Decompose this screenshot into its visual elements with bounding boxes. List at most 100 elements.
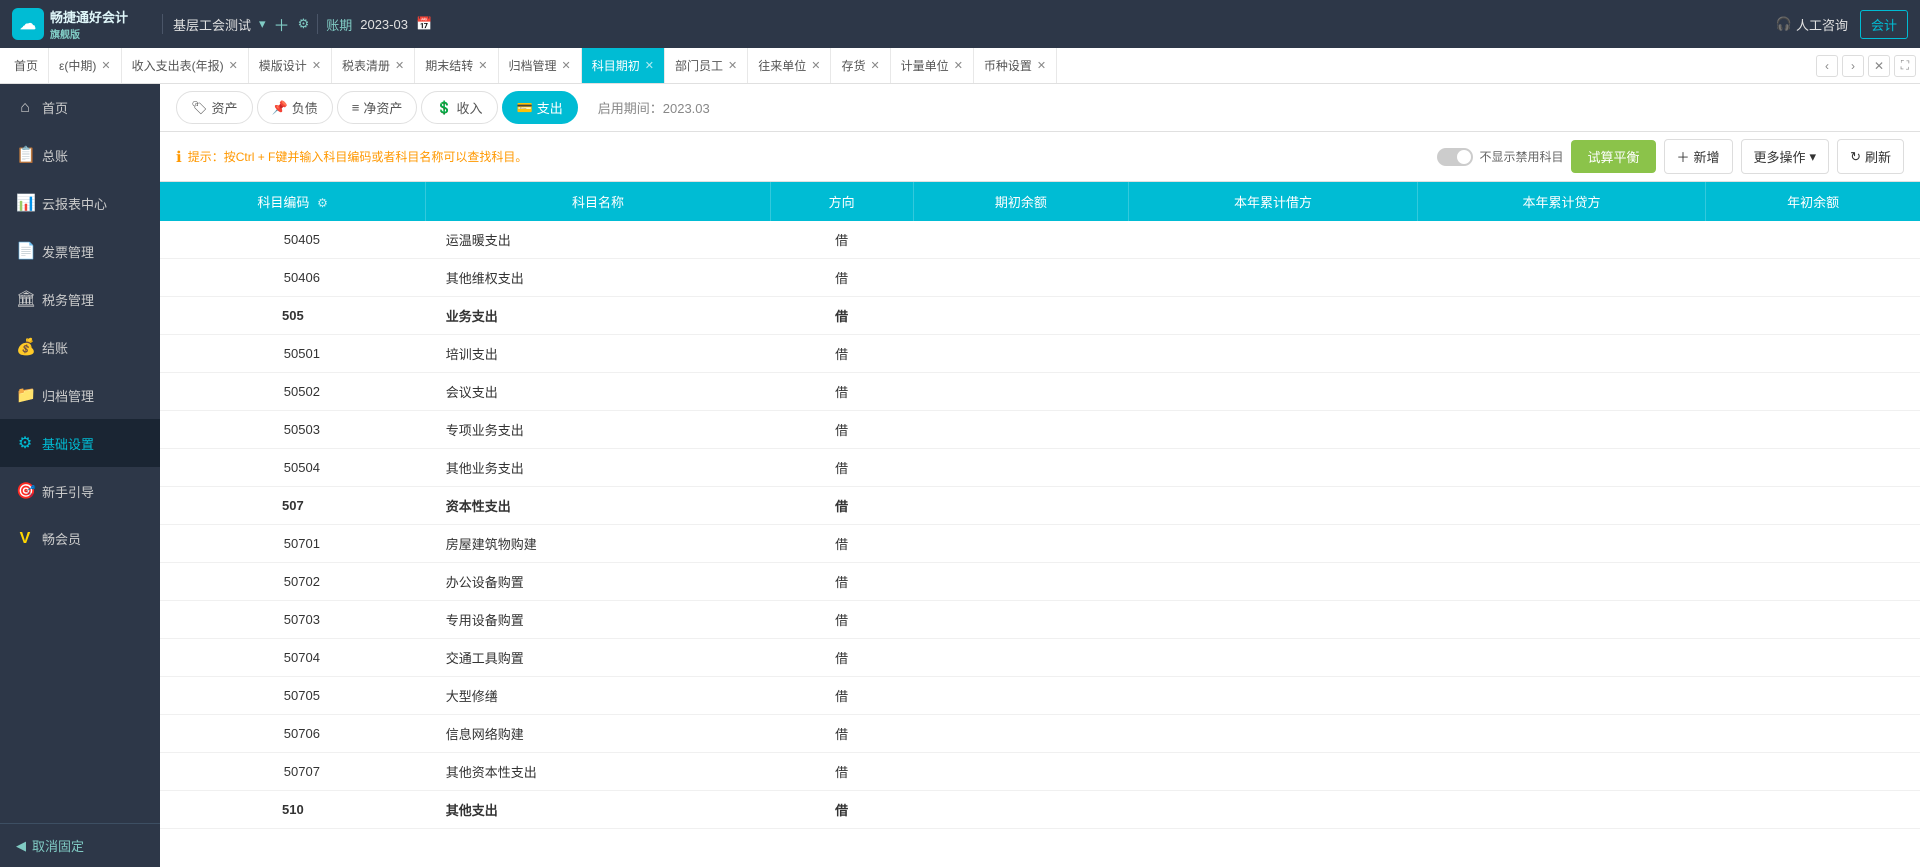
cell-name: 资本性支出 bbox=[426, 487, 770, 525]
company-dropdown-icon[interactable]: ▾ bbox=[259, 16, 266, 32]
help-btn[interactable]: 🎧 人工咨询 bbox=[1776, 15, 1848, 34]
settings-icon[interactable]: ⚙ bbox=[298, 16, 310, 32]
tab-subject-period-close[interactable]: ✕ bbox=[645, 59, 654, 72]
sub-tab-liability[interactable]: 📌 负债 bbox=[257, 91, 333, 124]
tab-close-all-btn[interactable]: ✕ bbox=[1868, 55, 1890, 77]
sidebar-pin-toggle[interactable]: ◀ 取消固定 bbox=[0, 823, 160, 867]
cell-year-start bbox=[1706, 335, 1920, 373]
tab-dept-staff-close[interactable]: ✕ bbox=[728, 59, 737, 72]
table-row[interactable]: 50501培训支出借 bbox=[160, 335, 1920, 373]
tab-income-expense-close[interactable]: ✕ bbox=[229, 59, 238, 72]
cell-ytd-credit bbox=[1417, 677, 1705, 715]
tab-subject-period[interactable]: 科目期初 ✕ bbox=[582, 48, 665, 84]
tab-period-end-close[interactable]: ✕ bbox=[478, 59, 487, 72]
table-row[interactable]: 50701房屋建筑物购建借 bbox=[160, 525, 1920, 563]
tab-next-btn[interactable]: › bbox=[1842, 55, 1864, 77]
sidebar-item-home[interactable]: ⌂ 首页 bbox=[0, 84, 160, 131]
toolbar-right: 不显示禁用科目 试算平衡 ＋ 新增 更多操作 ▾ ↻ 刷新 bbox=[1437, 139, 1904, 174]
sidebar-label-tax: 税务管理 bbox=[42, 290, 94, 309]
tab-currency-setting-close[interactable]: ✕ bbox=[1037, 59, 1046, 72]
tab-currency-setting[interactable]: 币种设置 ✕ bbox=[974, 48, 1057, 84]
add-company-btn[interactable]: ＋ bbox=[274, 12, 290, 36]
table-row[interactable]: 50707其他资本性支出借 bbox=[160, 753, 1920, 791]
more-ops-btn[interactable]: 更多操作 ▾ bbox=[1741, 139, 1830, 174]
table-row[interactable]: 510其他支出借 bbox=[160, 791, 1920, 829]
refresh-btn[interactable]: ↻ 刷新 bbox=[1837, 139, 1904, 174]
col-header-ytd-debit: 本年累计借方 bbox=[1129, 182, 1417, 221]
table-row[interactable]: 505业务支出借 bbox=[160, 297, 1920, 335]
table-row[interactable]: 507资本性支出借 bbox=[160, 487, 1920, 525]
tab-measure-unit-close[interactable]: ✕ bbox=[954, 59, 963, 72]
sidebar-item-tax[interactable]: 🏛 税务管理 bbox=[0, 275, 160, 323]
tab-archive[interactable]: 归档管理 ✕ bbox=[499, 48, 582, 84]
cell-direction: 借 bbox=[770, 791, 913, 829]
cell-direction: 借 bbox=[770, 259, 913, 297]
table-row[interactable]: 50504其他业务支出借 bbox=[160, 449, 1920, 487]
calendar-icon[interactable]: 📅 bbox=[416, 16, 432, 32]
tab-interim-close[interactable]: ✕ bbox=[101, 59, 110, 72]
table-row[interactable]: 50703专用设备购置借 bbox=[160, 601, 1920, 639]
app-logo: ☁ 畅捷通好会计 旗舰版 bbox=[12, 7, 152, 41]
table-row[interactable]: 50702办公设备购置借 bbox=[160, 563, 1920, 601]
toolbar: ℹ 提示：按Ctrl + F键并输入科目编码或者科目名称可以查找科目。 不显示禁… bbox=[160, 132, 1920, 182]
sidebar-item-member[interactable]: V 畅会员 bbox=[0, 515, 160, 562]
table-row[interactable]: 50406其他维权支出借 bbox=[160, 259, 1920, 297]
sidebar-item-cloud-report[interactable]: 📊 云报表中心 bbox=[0, 179, 160, 227]
toggle-thumb bbox=[1457, 150, 1471, 164]
sidebar-item-invoice[interactable]: 📄 发票管理 bbox=[0, 227, 160, 275]
tab-tax-clear-close[interactable]: ✕ bbox=[395, 59, 404, 72]
sub-tab-asset[interactable]: 🏷 资产 bbox=[176, 91, 253, 124]
account-btn[interactable]: 会计 bbox=[1860, 10, 1908, 39]
tab-template[interactable]: 模版设计 ✕ bbox=[249, 48, 332, 84]
tab-measure-unit[interactable]: 计量单位 ✕ bbox=[891, 48, 974, 84]
sidebar-item-archive-mgmt[interactable]: 📁 归档管理 bbox=[0, 371, 160, 419]
tab-tax-clear[interactable]: 税表清册 ✕ bbox=[332, 48, 415, 84]
tab-archive-close[interactable]: ✕ bbox=[562, 59, 571, 72]
cell-ytd-credit bbox=[1417, 335, 1705, 373]
sidebar-item-settlement[interactable]: 💰 结账 bbox=[0, 323, 160, 371]
sidebar-item-basic-settings[interactable]: ⚙ 基础设置 bbox=[0, 419, 160, 467]
table-row[interactable]: 50705大型修缮借 bbox=[160, 677, 1920, 715]
cell-direction: 借 bbox=[770, 411, 913, 449]
sub-tab-asset-label: 资产 bbox=[212, 98, 238, 117]
tab-expand-btn[interactable]: ⛶ bbox=[1894, 55, 1916, 77]
cell-name: 信息网络购建 bbox=[426, 715, 770, 753]
tab-prev-btn[interactable]: ‹ bbox=[1816, 55, 1838, 77]
tab-template-close[interactable]: ✕ bbox=[312, 59, 321, 72]
sub-tab-income[interactable]: 💲 收入 bbox=[421, 91, 497, 124]
sub-tab-expense[interactable]: 💳 支出 bbox=[502, 91, 578, 124]
sidebar-item-beginner-guide[interactable]: 🎯 新手引导 bbox=[0, 467, 160, 515]
table-row[interactable]: 50502会议支出借 bbox=[160, 373, 1920, 411]
tab-inventory-close[interactable]: ✕ bbox=[870, 59, 879, 72]
tab-home[interactable]: 首页 bbox=[4, 48, 49, 84]
toggle-switch: 不显示禁用科目 bbox=[1437, 148, 1563, 166]
cell-code: 50707 bbox=[160, 753, 426, 791]
sidebar-item-ledger[interactable]: 📋 总账 bbox=[0, 131, 160, 179]
company-name: 基层工会测试 bbox=[173, 15, 251, 34]
tab-related-unit-close[interactable]: ✕ bbox=[811, 59, 820, 72]
tab-inventory[interactable]: 存货 ✕ bbox=[831, 48, 890, 84]
tab-related-unit[interactable]: 往来单位 ✕ bbox=[748, 48, 831, 84]
cell-ytd-debit bbox=[1129, 639, 1417, 677]
table-row[interactable]: 50706信息网络购建借 bbox=[160, 715, 1920, 753]
tab-interim[interactable]: ε(中期) ✕ bbox=[49, 48, 122, 84]
sub-tab-net-asset[interactable]: ≡ 净资产 bbox=[337, 91, 418, 124]
table-row[interactable]: 50405运温暖支出借 bbox=[160, 221, 1920, 259]
data-table: 科目编码 ⚙ 科目名称 方向 期初余额 本年累计借方 本年累计贷方 年初余额 5… bbox=[160, 182, 1920, 829]
calc-balance-btn[interactable]: 试算平衡 bbox=[1571, 140, 1655, 173]
column-settings-icon[interactable]: ⚙ bbox=[317, 196, 328, 210]
cell-ytd-debit bbox=[1129, 791, 1417, 829]
tab-period-end[interactable]: 期末结转 ✕ bbox=[415, 48, 498, 84]
tab-income-expense[interactable]: 收入支出表(年报) ✕ bbox=[122, 48, 249, 84]
cell-period-balance bbox=[913, 487, 1129, 525]
tab-dept-staff[interactable]: 部门员工 ✕ bbox=[665, 48, 748, 84]
col-header-name: 科目名称 bbox=[426, 182, 770, 221]
add-btn[interactable]: ＋ 新增 bbox=[1664, 139, 1733, 174]
cell-ytd-credit bbox=[1417, 715, 1705, 753]
cell-code: 50703 bbox=[160, 601, 426, 639]
period-value: 2023-03 bbox=[360, 17, 408, 32]
table-row[interactable]: 50704交通工具购置借 bbox=[160, 639, 1920, 677]
toggle-disable-accounts[interactable] bbox=[1437, 148, 1473, 166]
cell-year-start bbox=[1706, 297, 1920, 335]
table-row[interactable]: 50503专项业务支出借 bbox=[160, 411, 1920, 449]
